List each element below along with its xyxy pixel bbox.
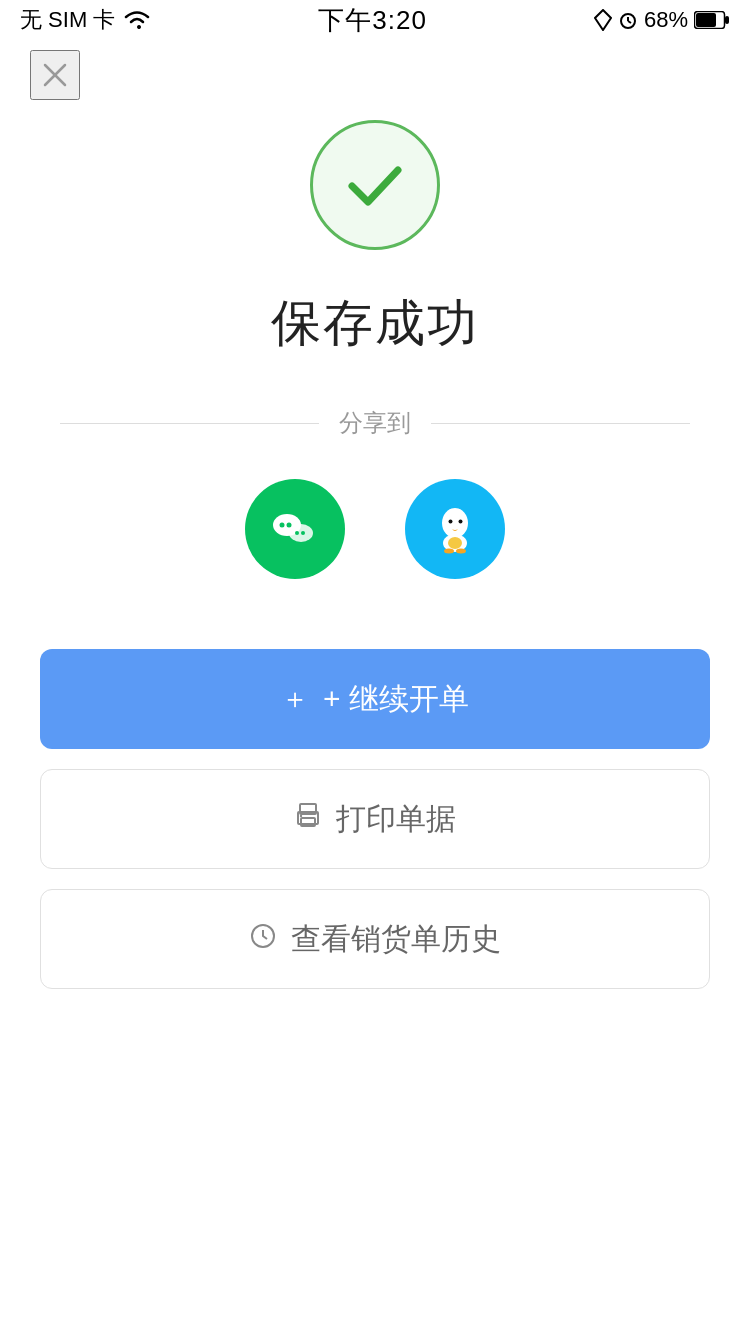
success-circle: [310, 120, 440, 250]
battery-icon: [694, 11, 730, 29]
svg-point-21: [444, 549, 454, 554]
print-button[interactable]: 打印单据: [40, 769, 710, 869]
wifi-icon: [123, 9, 151, 31]
svg-rect-4: [696, 13, 716, 27]
battery-label: 68%: [644, 7, 688, 33]
qq-share-button[interactable]: [405, 479, 505, 579]
action-buttons: ＋ + 继续开单 打印单据 查看销货单历史: [0, 649, 750, 989]
svg-point-18: [459, 520, 463, 524]
svg-point-17: [449, 520, 453, 524]
print-icon: [294, 802, 322, 837]
divider-right: [431, 423, 690, 424]
share-divider: 分享到: [0, 407, 750, 439]
sim-label: 无 SIM 卡: [20, 5, 115, 35]
svg-line-2: [628, 21, 631, 23]
alarm-icon: [618, 9, 638, 31]
success-title: 保存成功: [271, 290, 479, 357]
share-label: 分享到: [319, 407, 431, 439]
status-bar: 无 SIM 卡 下午3:20 68%: [0, 0, 750, 40]
main-content: 保存成功 分享到: [0, 40, 750, 989]
share-icons: [245, 479, 505, 579]
svg-point-10: [287, 523, 292, 528]
status-time: 下午3:20: [318, 3, 427, 38]
svg-point-12: [295, 531, 299, 535]
history-icon: [249, 922, 277, 957]
svg-point-26: [300, 814, 302, 816]
plus-icon: ＋: [281, 680, 309, 718]
history-button[interactable]: 查看销货单历史: [40, 889, 710, 989]
continue-button[interactable]: ＋ + 继续开单: [40, 649, 710, 749]
svg-rect-5: [725, 16, 729, 24]
svg-point-13: [301, 531, 305, 535]
divider-left: [60, 423, 319, 424]
continue-label: + 继续开单: [323, 679, 469, 720]
svg-point-22: [456, 549, 466, 554]
wechat-share-button[interactable]: [245, 479, 345, 579]
status-left: 无 SIM 卡: [20, 5, 151, 35]
history-label: 查看销货单历史: [291, 919, 501, 960]
close-button[interactable]: [30, 50, 80, 100]
status-right: 68%: [594, 7, 730, 33]
svg-point-14: [442, 508, 468, 538]
svg-point-9: [280, 523, 285, 528]
print-label: 打印单据: [336, 799, 456, 840]
location-icon: [594, 9, 612, 31]
svg-point-20: [448, 537, 462, 549]
